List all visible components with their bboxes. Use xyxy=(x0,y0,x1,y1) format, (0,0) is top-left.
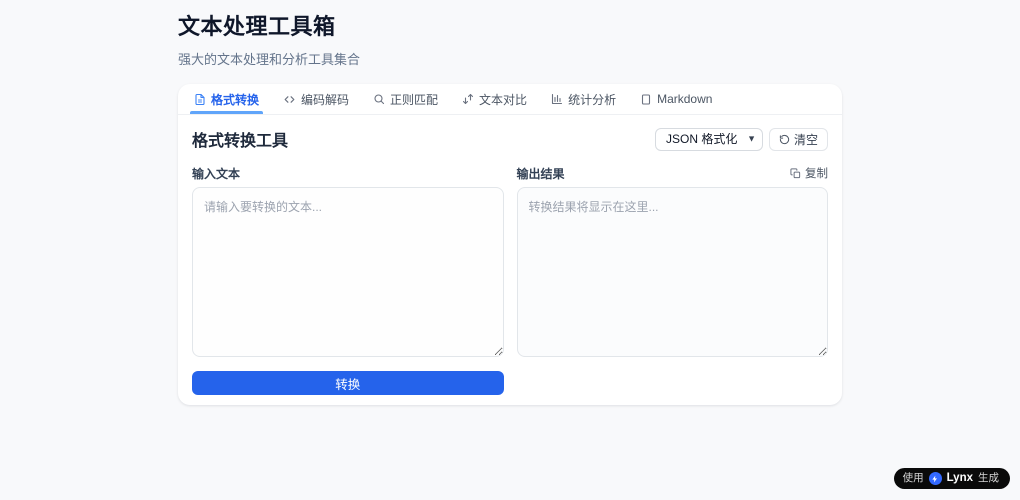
input-column: 输入文本 转换 xyxy=(192,165,504,395)
tab-label: 文本对比 xyxy=(479,92,528,107)
output-textarea[interactable] xyxy=(516,187,828,357)
panel-title: 格式转换工具 xyxy=(192,133,289,150)
badge-suffix: 生成 xyxy=(978,472,999,485)
tab-text-compare[interactable]: 文本对比 xyxy=(460,84,529,114)
markdown-icon xyxy=(640,93,652,106)
mode-select[interactable]: JSON 格式化 xyxy=(654,127,763,151)
tab-label: 编码解码 xyxy=(301,92,350,107)
convert-button[interactable]: 转换 xyxy=(192,371,504,395)
copy-icon xyxy=(790,167,801,179)
tab-label: 正则匹配 xyxy=(390,92,439,107)
lynx-logo-icon xyxy=(928,472,942,485)
bar-chart-icon xyxy=(551,93,563,105)
tab-markdown[interactable]: Markdown xyxy=(638,84,714,114)
tab-encode-decode[interactable]: 编码解码 xyxy=(281,84,351,114)
tab-statistics[interactable]: 统计分析 xyxy=(549,84,618,114)
document-icon xyxy=(194,93,206,106)
input-label: 输入文本 xyxy=(192,166,241,181)
clear-button[interactable]: 清空 xyxy=(768,127,828,151)
swap-arrows-icon xyxy=(462,93,474,105)
clear-button-label: 清空 xyxy=(793,132,818,147)
badge-prefix: 使用 xyxy=(902,472,924,485)
copy-button[interactable]: 复制 xyxy=(790,165,828,181)
tab-format-convert[interactable]: 格式转换 xyxy=(189,84,264,114)
toolbox-card: 格式转换 编码解码 正则匹配 文本对比 统计分析 Markdown 格式转换工具… xyxy=(178,84,842,405)
code-icon xyxy=(283,93,296,106)
reset-icon xyxy=(779,134,790,145)
tab-regex-match[interactable]: 正则匹配 xyxy=(371,84,440,114)
search-icon xyxy=(373,93,385,105)
output-column: 输出结果 复制 xyxy=(516,165,828,395)
lynx-generated-badge[interactable]: 使用 Lynx 生成 xyxy=(893,468,1010,489)
tab-label: 统计分析 xyxy=(568,92,617,107)
page-subtitle: 强大的文本处理和分析工具集合 xyxy=(178,52,361,67)
copy-button-label: 复制 xyxy=(805,168,828,180)
tab-bar: 格式转换 编码解码 正则匹配 文本对比 统计分析 Markdown xyxy=(178,84,842,115)
page-header: 文本处理工具箱 强大的文本处理和分析工具集合 xyxy=(178,0,842,68)
badge-brand: Lynx xyxy=(946,471,973,484)
output-label: 输出结果 xyxy=(516,166,565,181)
input-textarea[interactable] xyxy=(192,187,504,357)
tab-label: Markdown xyxy=(657,92,713,106)
mode-select-wrap: JSON 格式化 ▼ xyxy=(654,127,763,151)
format-convert-panel: 格式转换工具 JSON 格式化 ▼ 清空 输入文本 请输入要转换的文本... 转… xyxy=(178,115,842,405)
tab-label: 格式转换 xyxy=(211,92,260,107)
page-title: 文本处理工具箱 xyxy=(178,14,336,39)
